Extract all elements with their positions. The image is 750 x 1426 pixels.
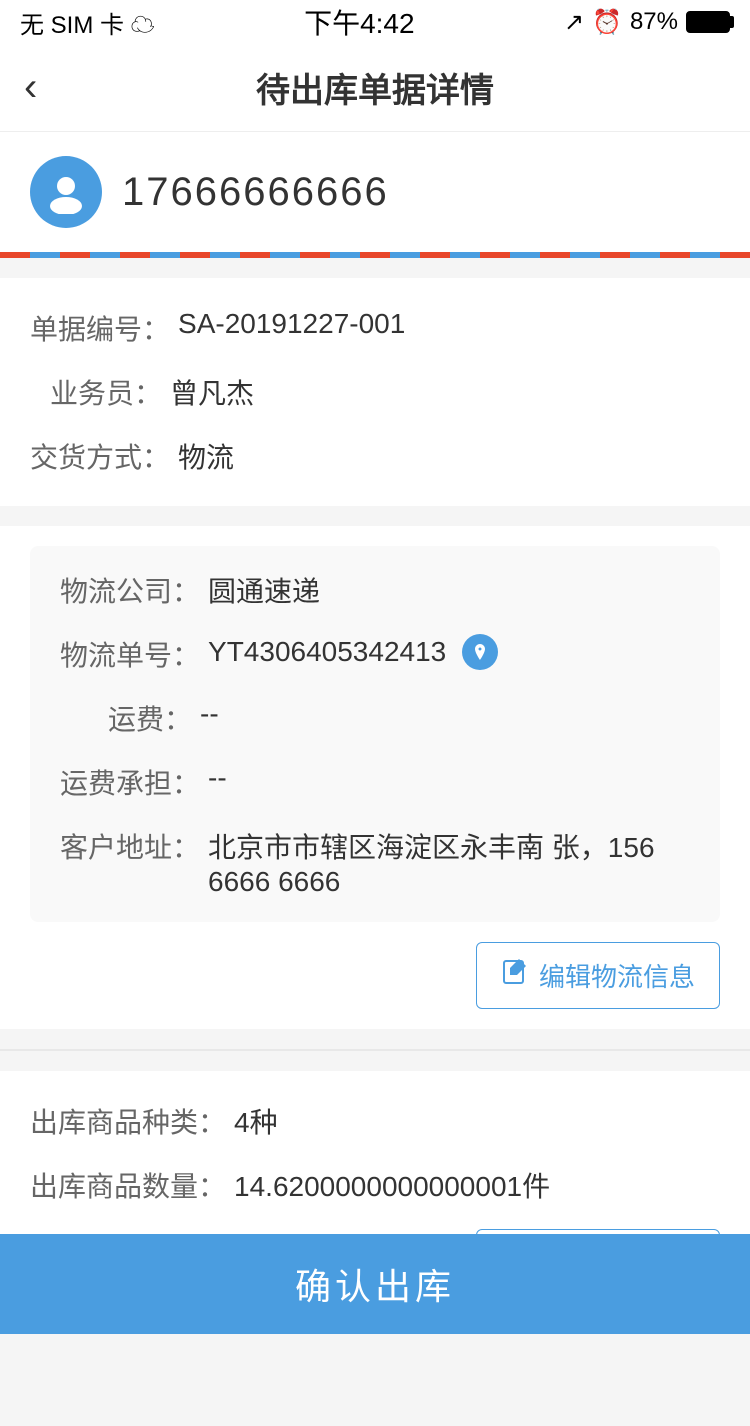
logistics-company-row: 物流公司： 圆通速递 [60,570,690,610]
confirm-outbound-button[interactable]: 确认出库 [0,1234,750,1334]
salesperson-value: 曾凡杰 [170,372,720,412]
goods-quantity-label: 出库商品数量： [30,1165,234,1205]
status-bar: 无 SIM 卡 ☁ 下午4:42 ↗ ⏰ 87% [0,0,750,44]
delivery-method-value: 物流 [178,436,720,476]
edit-logistics-button[interactable]: 编辑物流信息 [476,942,720,1009]
edit-btn-label: 编辑物流信息 [539,957,695,994]
freight-bearer-value: -- [208,762,690,794]
freight-bearer-label: 运费承担： [60,762,208,802]
address-row: 客户地址： 北京市市辖区海淀区永丰南 张，156 6666 6666 [60,826,690,898]
salesperson-label: 业务员： [30,372,170,412]
battery-percentage: 87% [630,8,678,36]
goods-type-value: 4种 [234,1101,720,1141]
edit-icon [501,958,529,993]
user-header: 17666666666 [0,132,750,252]
salesperson-row: 业务员： 曾凡杰 [30,372,720,412]
tracking-label: 物流单号： [60,634,208,674]
goods-quantity-value: 14.620000000000000​1件 [234,1165,720,1205]
goods-quantity-row: 出库商品数量： 14.620000000000000​1件 [30,1165,720,1205]
goods-type-row: 出库商品种类： 4种 [30,1101,720,1141]
freight-bearer-row: 运费承担： -- [60,762,690,802]
order-no-row: 单据编号： SA-20191227-001 [30,308,720,348]
page-content: 17666666666 单据编号： SA-20191227-001 业务员： 曾… [0,132,750,1426]
order-no-label: 单据编号： [30,308,178,348]
logistics-company-label: 物流公司： [60,570,208,610]
location-icon-status: ↗ [564,8,584,37]
status-left: 无 SIM 卡 ☁ [20,5,155,40]
status-right: ↗ ⏰ 87% [564,8,730,37]
separator [0,1049,750,1051]
location-pin-icon[interactable] [462,634,498,670]
delivery-method-label: 交货方式： [30,436,178,476]
edit-btn-row: 编辑物流信息 [30,942,720,1009]
order-no-value: SA-20191227-001 [178,308,720,340]
address-label: 客户地址： [60,826,208,866]
goods-type-label: 出库商品种类： [30,1101,234,1141]
tracking-row: 物流单号： YT43064053424​13 [60,634,690,674]
user-phone: 17666666666 [122,170,389,215]
status-time: 下午4:42 [304,2,415,42]
address-value: 北京市市辖区海淀区永丰南 张，156 6666 6666 [208,826,690,898]
dashed-divider [0,252,750,258]
freight-value: -- [200,698,690,730]
page-title: 待出库单据详情 [256,63,494,112]
logistics-section: 物流公司： 圆通速递 物流单号： YT43064053424​13 运费： -- [0,526,750,1029]
tracking-value: YT43064053424​13 [208,634,690,670]
battery-icon [686,11,730,33]
order-info-section: 单据编号： SA-20191227-001 业务员： 曾凡杰 交货方式： 物流 [0,278,750,506]
confirm-btn-label: 确认出库 [295,1258,455,1310]
logistics-company-value: 圆通速递 [208,570,690,610]
alarm-icon: ⏰ [592,8,622,37]
avatar [30,156,102,228]
freight-label: 运费： [60,698,200,738]
freight-row: 运费： -- [60,698,690,738]
nav-bar: ‹ 待出库单据详情 [0,44,750,132]
back-button[interactable]: ‹ [24,65,37,110]
delivery-method-row: 交货方式： 物流 [30,436,720,476]
sim-wifi-status: 无 SIM 卡 ☁ [20,5,155,40]
logistics-card: 物流公司： 圆通速递 物流单号： YT43064053424​13 运费： -- [30,546,720,922]
